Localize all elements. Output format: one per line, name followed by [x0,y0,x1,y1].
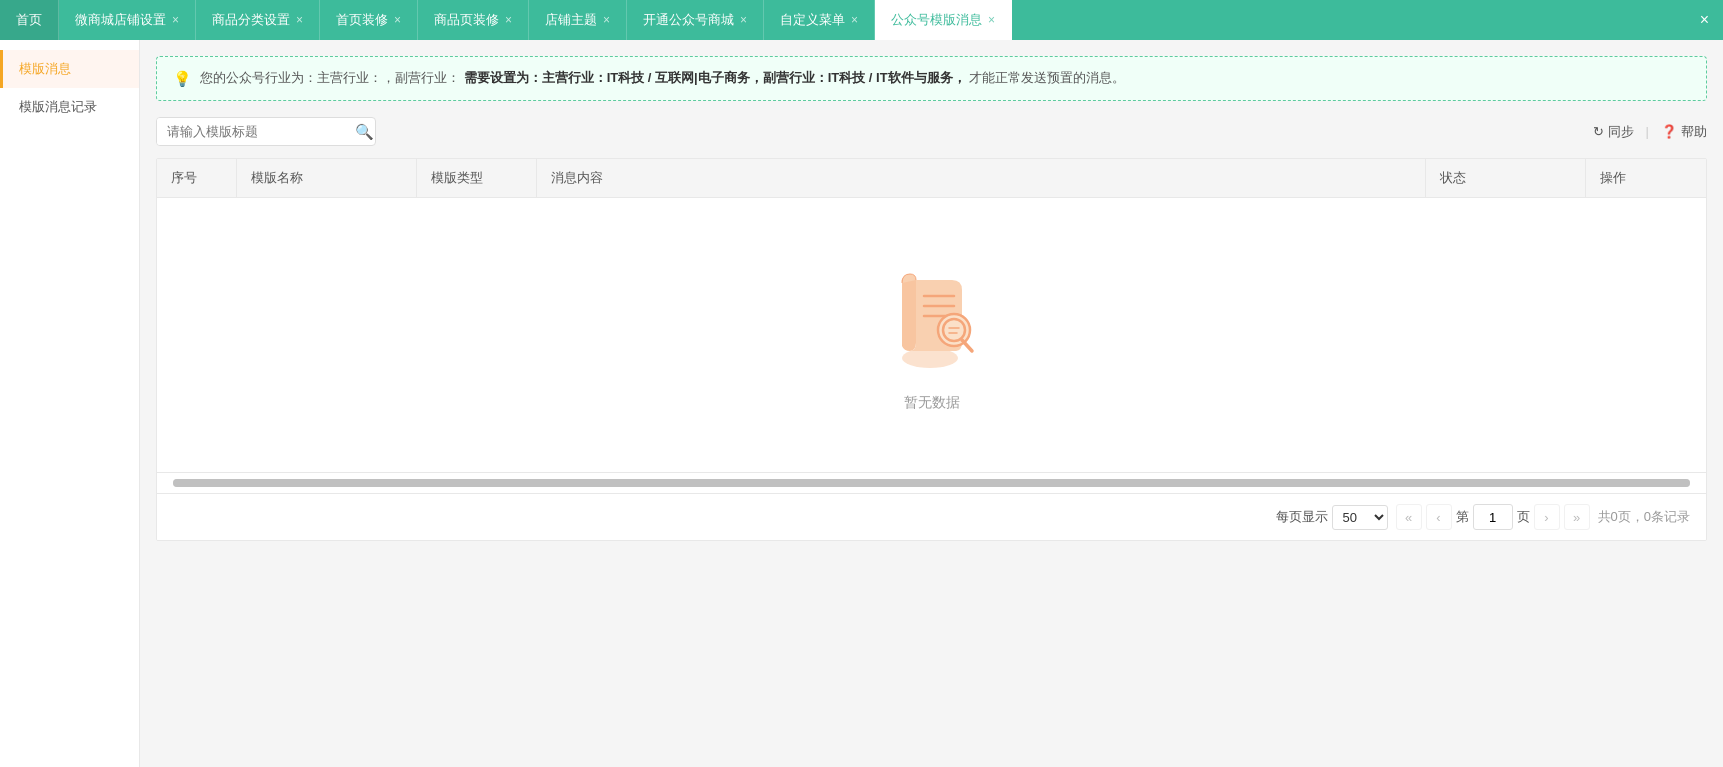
scrollbar-row [157,472,1706,493]
tab-home-decor-close[interactable]: × [394,13,401,27]
tab-micro-store[interactable]: 微商城店铺设置 × [59,0,196,40]
sidebar-item-template-msg-label: 模版消息 [19,61,71,76]
tab-product-category-label: 商品分类设置 [212,11,290,29]
sync-button[interactable]: ↻ 同步 [1593,123,1634,141]
scrollbar-thumb [173,479,1690,487]
tab-store-theme-label: 店铺主题 [545,11,597,29]
col-header-type: 模版类型 [417,159,537,197]
prev-page-icon: ‹ [1436,510,1440,525]
last-page-button[interactable]: » [1564,504,1590,530]
toolbar-divider: | [1646,124,1649,139]
sync-label: 同步 [1608,123,1634,141]
notice-text: 您的公众号行业为：主营行业：，副营行业： 需要设置为：主营行业：IT科技 / 互… [200,69,1125,87]
first-page-button[interactable]: « [1396,504,1422,530]
tab-custom-menu-close[interactable]: × [851,13,858,27]
notice-prefix: 您的公众号行业为：主营行业：，副营行业： [200,70,460,85]
pagination-bar: 每页显示 50 10 20 100 « ‹ 第 [157,493,1706,540]
close-all-button[interactable]: × [1686,0,1723,40]
notice-highlight: 需要设置为：主营行业：IT科技 / 互联网|电子商务，副营行业：IT科技 / I… [464,70,966,85]
last-page-icon: » [1573,510,1580,525]
col-header-index: 序号 [157,159,237,197]
tab-store-theme[interactable]: 店铺主题 × [529,0,627,40]
search-box: 🔍 [156,117,376,146]
tab-template-msg-label: 公众号模版消息 [891,11,982,29]
tab-home-decor-label: 首页装修 [336,11,388,29]
help-icon: ❓ [1661,124,1677,139]
search-input[interactable] [157,118,345,145]
tab-custom-menu-label: 自定义菜单 [780,11,845,29]
page-suffix: 页 [1517,508,1530,526]
tab-product-decor-close[interactable]: × [505,13,512,27]
col-header-name: 模版名称 [237,159,417,197]
first-page-icon: « [1405,510,1412,525]
search-button[interactable]: 🔍 [345,123,376,141]
per-page-label: 每页显示 [1276,508,1328,526]
page-prefix: 第 [1456,508,1469,526]
main-layout: 模版消息 模版消息记录 💡 您的公众号行业为：主营行业：，副营行业： 需要设置为… [0,40,1723,767]
tab-home[interactable]: 首页 [0,0,59,40]
notice-box: 💡 您的公众号行业为：主营行业：，副营行业： 需要设置为：主营行业：IT科技 /… [156,56,1707,101]
sidebar-item-template-msg-log[interactable]: 模版消息记录 [0,88,139,126]
col-header-status: 状态 [1426,159,1586,197]
tab-custom-menu[interactable]: 自定义菜单 × [764,0,875,40]
tab-product-decor[interactable]: 商品页装修 × [418,0,529,40]
tab-micro-store-close[interactable]: × [172,13,179,27]
tab-micro-store-label: 微商城店铺设置 [75,11,166,29]
empty-state: 暂无数据 [157,198,1706,472]
tab-bar: 首页 微商城店铺设置 × 商品分类设置 × 首页装修 × 商品页装修 × 店铺主… [0,0,1723,40]
page-size-selector: 每页显示 50 10 20 100 [1276,505,1388,530]
help-label: 帮助 [1681,123,1707,141]
tab-product-category[interactable]: 商品分类设置 × [196,0,320,40]
horizontal-scrollbar[interactable] [173,479,1690,487]
sidebar: 模版消息 模版消息记录 [0,40,140,767]
bulb-icon: 💡 [173,70,192,88]
content-area: 💡 您的公众号行业为：主营行业：，副营行业： 需要设置为：主营行业：IT科技 /… [140,40,1723,767]
per-page-select[interactable]: 50 10 20 100 [1332,505,1388,530]
col-header-action: 操作 [1586,159,1706,197]
tab-home-label: 首页 [16,11,42,29]
tab-store-theme-close[interactable]: × [603,13,610,27]
page-number-input[interactable] [1473,504,1513,530]
search-area: 🔍 ↻ 同步 | ❓ 帮助 [156,117,1707,146]
col-header-content: 消息内容 [537,159,1426,197]
prev-page-button[interactable]: ‹ [1426,504,1452,530]
table-header: 序号 模版名称 模版类型 消息内容 状态 操作 [157,159,1706,198]
tab-template-msg-close[interactable]: × [988,13,995,27]
tab-open-mall[interactable]: 开通公众号商城 × [627,0,764,40]
next-page-button[interactable]: › [1534,504,1560,530]
toolbar-right: ↻ 同步 | ❓ 帮助 [1593,123,1707,141]
sync-icon: ↻ [1593,124,1604,139]
tab-template-msg[interactable]: 公众号模版消息 × [875,0,1012,40]
sidebar-item-template-msg[interactable]: 模版消息 [0,50,139,88]
sidebar-item-template-msg-log-label: 模版消息记录 [19,99,97,114]
empty-icon [872,258,992,378]
empty-text: 暂无数据 [904,394,960,412]
help-button[interactable]: ❓ 帮助 [1661,123,1707,141]
tab-product-decor-label: 商品页装修 [434,11,499,29]
page-navigation: « ‹ 第 页 › » [1396,504,1590,530]
tab-open-mall-label: 开通公众号商城 [643,11,734,29]
svg-line-6 [962,340,972,351]
notice-suffix: 才能正常发送预置的消息。 [969,70,1125,85]
total-info: 共0页，0条记录 [1598,508,1690,526]
table-container: 序号 模版名称 模版类型 消息内容 状态 操作 [156,158,1707,541]
tab-product-category-close[interactable]: × [296,13,303,27]
next-page-icon: › [1544,510,1548,525]
tab-home-decor[interactable]: 首页装修 × [320,0,418,40]
tab-open-mall-close[interactable]: × [740,13,747,27]
